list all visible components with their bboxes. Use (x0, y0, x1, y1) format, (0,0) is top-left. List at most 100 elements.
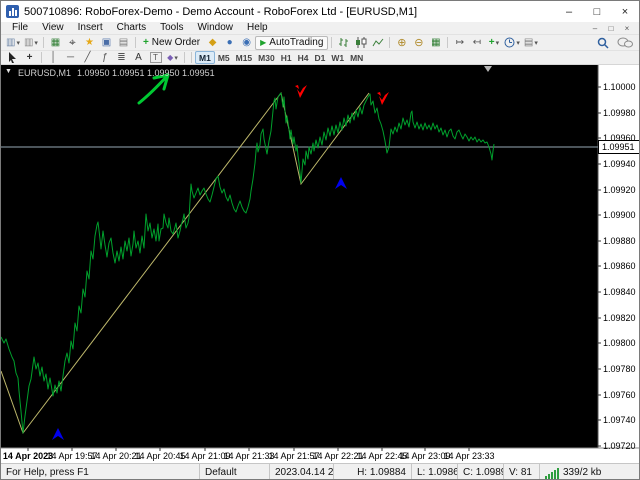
community-button[interactable]: ◉ (238, 36, 255, 50)
chevron-down-icon: ▾ (516, 39, 520, 47)
auto-scroll-button[interactable]: ↦ (451, 36, 468, 50)
price-tick-label: 1.09860 (603, 261, 636, 271)
templates-button[interactable]: ▤ ▾ (522, 36, 540, 50)
chevron-down-icon: ▾ (495, 39, 500, 47)
zoom-out-button[interactable]: ⊖ (410, 36, 427, 50)
timeframe-m5-button[interactable]: M5 (215, 51, 233, 64)
timeframe-m15-button[interactable]: M15 (233, 51, 256, 64)
new-order-icon: + (142, 37, 149, 48)
timeframe-h1-button[interactable]: H1 (278, 51, 295, 64)
fibonacci-tool-button[interactable]: ƒ (96, 51, 113, 65)
crosshair-tool-button[interactable]: + (21, 51, 38, 65)
toolbar-right-icons (597, 37, 639, 49)
market-watch-button[interactable]: ▦ (47, 36, 64, 50)
chevron-down-icon: ▾ (16, 39, 20, 47)
child-close-button[interactable]: × (619, 24, 635, 33)
chart-canvas[interactable]: 1.10000 1.09980 1.09960 1.09940 1.09920 … (1, 65, 639, 463)
expert-advisors-button[interactable]: ● (221, 36, 238, 50)
horizontal-line-tool-button[interactable]: ─ (62, 51, 79, 65)
menu-tools[interactable]: Tools (153, 22, 190, 34)
vertical-line-tool-button[interactable]: │ (45, 51, 62, 65)
maximize-button[interactable]: □ (583, 1, 611, 22)
periods-button[interactable]: ▾ (502, 36, 522, 50)
window-title: 500710896: RoboForex-Demo - Demo Account… (24, 5, 418, 18)
price-tick-label: 1.09900 (603, 210, 636, 220)
community-icon: ◉ (242, 37, 251, 48)
price-tick-label: 1.09740 (603, 415, 636, 425)
price-tick-label: 1.09920 (603, 185, 636, 195)
toolbar-separator (447, 37, 449, 48)
status-profile[interactable]: Default (199, 464, 269, 479)
new-order-button[interactable]: + New Order (139, 36, 204, 50)
time-tick-label: 14 Apr 21:33 (223, 451, 274, 461)
search-icon[interactable] (597, 37, 609, 49)
channel-icon: ≣ (117, 52, 126, 63)
chart-shift-button[interactable]: ↤ (468, 36, 485, 50)
menu-view[interactable]: View (35, 22, 71, 34)
terminal-icon: ▣ (101, 37, 112, 48)
bar-chart-button[interactable] (335, 36, 352, 50)
navigator-button[interactable]: ★ (81, 36, 98, 50)
trendline-icon: ╱ (84, 52, 91, 63)
new-chart-icon: ▥ (6, 37, 16, 48)
status-bar: For Help, press F1 Default 2023.04.14 20… (1, 463, 639, 479)
child-minimize-button[interactable]: – (587, 24, 603, 33)
navigator-icon: ★ (84, 37, 94, 48)
chart-shift-icon: ↤ (472, 37, 482, 48)
price-tick-label: 1.09980 (603, 108, 636, 118)
timeframe-m1-button[interactable]: M1 (195, 51, 215, 64)
timeframe-w1-button[interactable]: W1 (328, 51, 347, 64)
menu-charts[interactable]: Charts (110, 22, 153, 34)
price-tick-label: 1.09820 (603, 313, 636, 323)
tile-windows-button[interactable]: ▦ (427, 36, 444, 50)
toolbar-separator (42, 37, 44, 48)
child-restore-button[interactable]: □ (603, 24, 619, 33)
toolbar-separator (191, 52, 192, 63)
market-watch-icon: ▦ (50, 37, 61, 48)
menu-help[interactable]: Help (240, 22, 275, 34)
periods-clock-icon (504, 37, 515, 48)
price-tick-label: 1.09800 (603, 338, 636, 348)
new-chart-button[interactable]: ▥ ▾ (4, 36, 22, 50)
label-tool-button[interactable]: T (147, 51, 164, 65)
autotrading-button[interactable]: ▶ AutoTrading (255, 35, 329, 50)
menu-insert[interactable]: Insert (71, 22, 110, 34)
candlestick-button[interactable] (352, 36, 369, 50)
strategy-tester-button[interactable]: ▤ (115, 36, 132, 50)
trendline-tool-button[interactable]: ╱ (79, 51, 96, 65)
timeframe-d1-button[interactable]: D1 (311, 51, 328, 64)
timeframe-h4-button[interactable]: H4 (295, 51, 312, 64)
timeframe-m30-button[interactable]: M30 (255, 51, 278, 64)
title-bar: 500710896: RoboForex-Demo - Demo Account… (1, 1, 639, 22)
child-window-controls: – □ × (587, 24, 639, 33)
vertical-line-icon: │ (50, 52, 57, 63)
zoom-out-icon: ⊖ (414, 37, 424, 49)
arrows-tool-icon: ◆ (167, 53, 174, 62)
menu-file[interactable]: File (5, 22, 35, 34)
chat-icon[interactable] (617, 37, 633, 49)
autotrading-label: AutoTrading (269, 37, 324, 48)
minimize-button[interactable]: – (555, 1, 583, 22)
arrows-tool-button[interactable]: ◆ ▾ (164, 51, 181, 65)
timeframe-mn-button[interactable]: MN (347, 51, 366, 64)
chevron-down-icon: ▾ (534, 39, 538, 47)
crosshair-icon: + (26, 52, 33, 63)
cursor-tool-button[interactable] (4, 51, 21, 65)
data-window-button[interactable]: ⌖ (64, 35, 81, 50)
text-tool-button[interactable]: A (130, 51, 147, 65)
toolbar-separator (184, 52, 185, 63)
terminal-button[interactable]: ▣ (98, 36, 115, 50)
status-low: L: 1.09867 (411, 464, 457, 479)
close-button[interactable]: × (611, 1, 639, 22)
line-chart-button[interactable] (369, 36, 386, 50)
status-connection[interactable]: 339/2 kb (539, 464, 639, 479)
profiles-button[interactable]: ▥ ▾ (22, 36, 40, 50)
zoom-in-button[interactable]: ⊕ (393, 36, 410, 50)
indicators-button[interactable]: + ▾ (485, 36, 502, 50)
metaeditor-button[interactable]: ◆ (204, 36, 221, 50)
bar-chart-icon (338, 38, 348, 47)
templates-icon: ▤ (523, 37, 534, 48)
channel-tool-button[interactable]: ≣ (113, 51, 130, 65)
auto-scroll-icon: ↦ (455, 37, 465, 48)
menu-window[interactable]: Window (190, 22, 240, 34)
